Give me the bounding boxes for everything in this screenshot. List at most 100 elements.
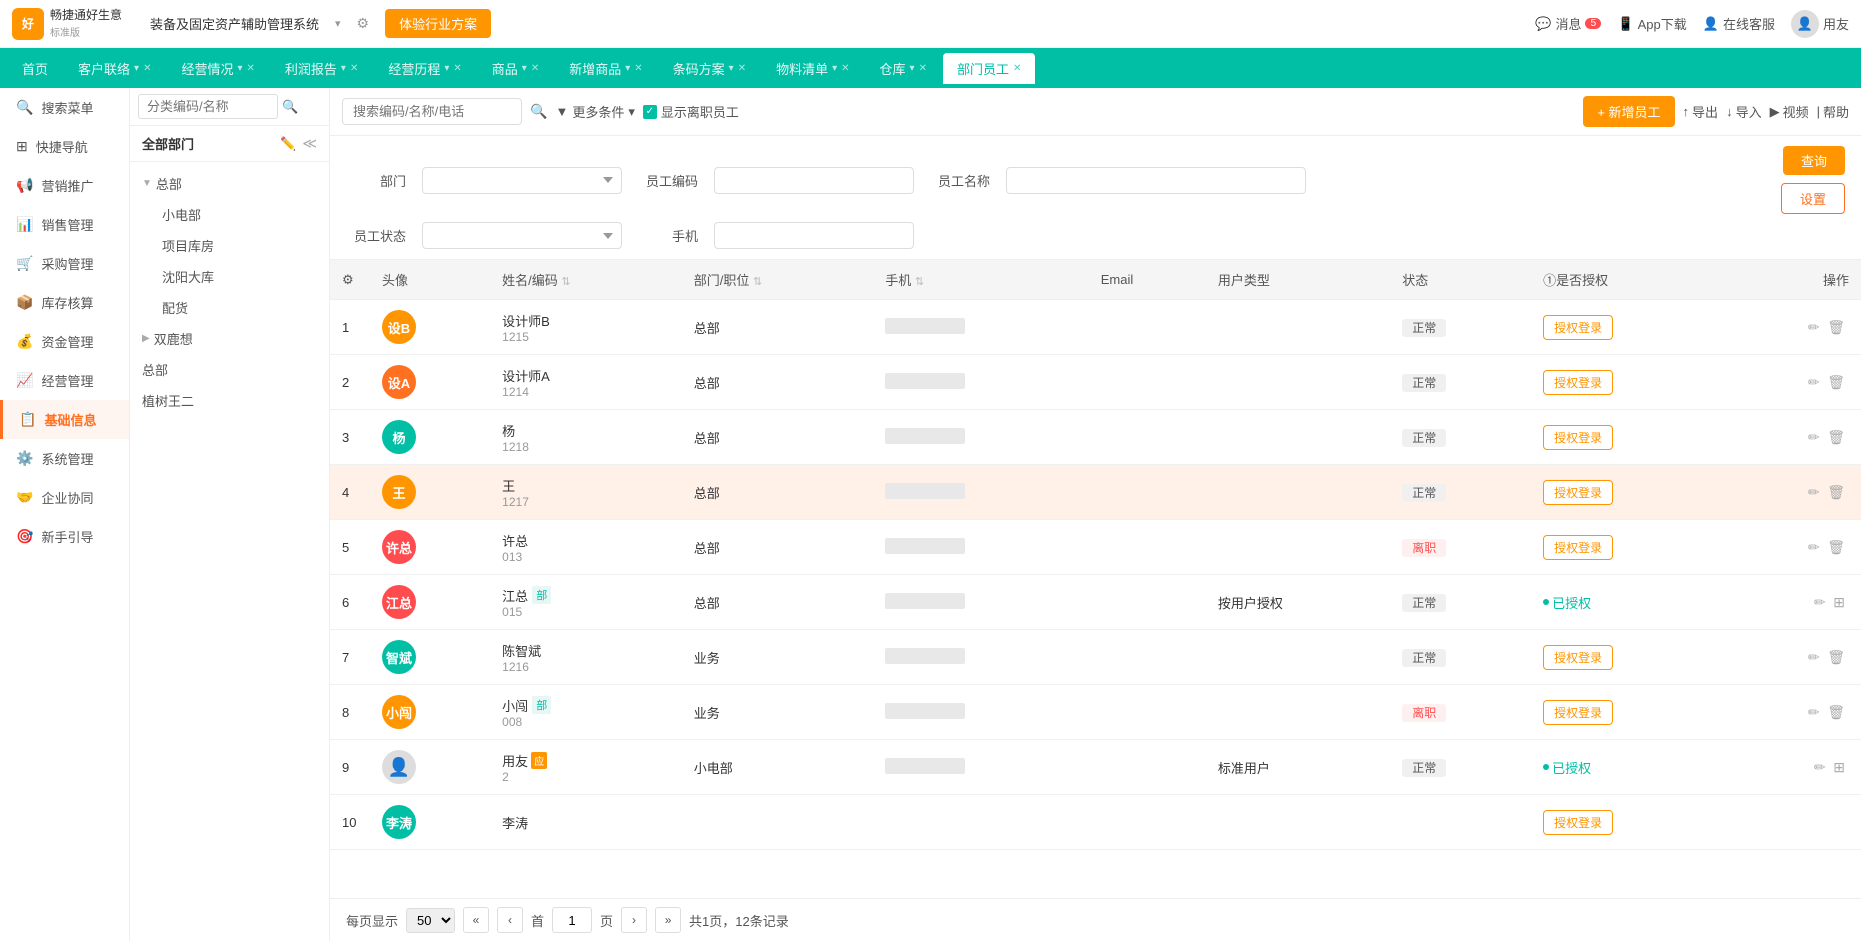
sidebar-item-marketing[interactable]: 📢 营销推广: [0, 166, 129, 205]
dept-search-input[interactable]: [138, 94, 278, 119]
edit-button[interactable]: ✏: [1814, 759, 1826, 776]
sidebar-item-finance[interactable]: 💰 资金管理: [0, 322, 129, 361]
sidebar-item-basic[interactable]: 📋 基础信息: [0, 400, 129, 439]
dept-item-zongbu2[interactable]: 总部: [130, 354, 329, 385]
sidebar-item-collab[interactable]: 🤝 企业协同: [0, 478, 129, 517]
sidebar-item-sales[interactable]: 📊 销售管理: [0, 205, 129, 244]
tab-goods[interactable]: 商品▾✕: [478, 53, 553, 84]
sidebar-item-purchase[interactable]: 🛒 采购管理: [0, 244, 129, 283]
auth-button[interactable]: 授权登录: [1543, 645, 1613, 670]
import-button[interactable]: ↓ 导入: [1726, 102, 1762, 121]
prev-page-button[interactable]: ‹: [497, 907, 523, 933]
auth-button[interactable]: 授权登录: [1543, 810, 1613, 835]
gear-icon[interactable]: ⚙: [357, 15, 370, 32]
sidebar-item-system[interactable]: ⚙️ 系统管理: [0, 439, 129, 478]
dept-search-icon[interactable]: 🔍: [282, 99, 298, 115]
help-button[interactable]: | 帮助: [1817, 102, 1849, 121]
add-employee-button[interactable]: + 新增员工: [1583, 96, 1674, 127]
col-settings[interactable]: ⚙: [330, 260, 370, 300]
next-page-button[interactable]: ›: [621, 907, 647, 933]
dept-item-shuanglu[interactable]: ▶ 双鹿想: [130, 323, 329, 354]
dept-item-xiaodian[interactable]: 小电部: [150, 199, 329, 230]
delete-button[interactable]: 🗑: [1827, 374, 1845, 391]
trial-button[interactable]: 体验行业方案: [385, 9, 491, 38]
edit-button[interactable]: ✏: [1808, 319, 1820, 336]
dept-select[interactable]: [422, 167, 622, 194]
view-button[interactable]: ▶ 视频: [1770, 102, 1809, 121]
app-download-button[interactable]: 📱 App下载: [1617, 14, 1686, 33]
close-icon[interactable]: ✕: [919, 63, 927, 74]
emp-status-select[interactable]: [422, 222, 622, 249]
edit-button[interactable]: ✏: [1808, 484, 1820, 501]
tab-add-goods[interactable]: 新增商品▾✕: [555, 53, 656, 84]
page-number-input[interactable]: [552, 907, 592, 933]
tab-operation[interactable]: 经营情况▾✕: [167, 53, 268, 84]
close-icon[interactable]: ✕: [1013, 63, 1021, 74]
delete-button[interactable]: 🗑: [1827, 484, 1845, 501]
copy-button[interactable]: ⊞: [1833, 594, 1845, 611]
close-icon[interactable]: ✕: [841, 63, 849, 74]
last-page-button[interactable]: »: [655, 907, 681, 933]
delete-button[interactable]: 🗑: [1827, 704, 1845, 721]
per-page-select[interactable]: 50: [406, 908, 455, 933]
phone-input[interactable]: [714, 222, 914, 249]
sort-dept-icon[interactable]: ⇅: [753, 276, 762, 288]
edit-button[interactable]: ✏: [1814, 594, 1826, 611]
sidebar-item-guide[interactable]: 🎯 新手引导: [0, 517, 129, 556]
close-icon[interactable]: ✕: [143, 63, 151, 74]
col-dept[interactable]: 部门/职位 ⇅: [682, 260, 874, 300]
auth-button[interactable]: 授权登录: [1543, 480, 1613, 505]
col-phone[interactable]: 手机 ⇅: [873, 260, 1088, 300]
edit-button[interactable]: ✏: [1808, 374, 1820, 391]
close-icon[interactable]: ✕: [350, 63, 358, 74]
delete-button[interactable]: 🗑: [1827, 319, 1845, 336]
auth-button[interactable]: 授权登录: [1543, 370, 1613, 395]
tab-department[interactable]: 部门员工✕: [943, 53, 1035, 84]
query-button[interactable]: 查询: [1783, 146, 1845, 175]
search-button[interactable]: 🔍: [530, 103, 547, 120]
search-input[interactable]: [342, 98, 522, 125]
tab-home[interactable]: 首页: [8, 53, 62, 84]
dept-item-shenyang[interactable]: 沈阳大库: [150, 261, 329, 292]
delete-button[interactable]: 🗑: [1827, 539, 1845, 556]
user-area[interactable]: 👤 用友: [1791, 10, 1849, 38]
delete-button[interactable]: 🗑: [1827, 429, 1845, 446]
dept-item-zhishu[interactable]: 植树王二: [130, 385, 329, 416]
dept-item-project[interactable]: 项目库房: [150, 230, 329, 261]
show-resigned-toggle[interactable]: ✓ 显示离职员工: [643, 102, 739, 121]
export-button[interactable]: ↑ 导出: [1683, 102, 1719, 121]
auth-button[interactable]: 授权登录: [1543, 700, 1613, 725]
tab-bom[interactable]: 物料清单▾✕: [762, 53, 863, 84]
close-icon[interactable]: ✕: [531, 63, 539, 74]
message-button[interactable]: 💬 消息 5: [1535, 14, 1601, 33]
tab-history[interactable]: 经营历程▾✕: [374, 53, 475, 84]
tab-warehouse[interactable]: 仓库▾✕: [866, 53, 941, 84]
auth-button[interactable]: 授权登录: [1543, 535, 1613, 560]
sort-name-icon[interactable]: ⇅: [561, 276, 570, 288]
auth-button[interactable]: 授权登录: [1543, 315, 1613, 340]
dept-item-peihuo[interactable]: 配货: [150, 292, 329, 323]
tab-customer[interactable]: 客户联络▾✕: [64, 53, 165, 84]
tab-profit[interactable]: 利润报告▾✕: [271, 53, 372, 84]
edit-button[interactable]: ✏: [1808, 649, 1820, 666]
delete-button[interactable]: 🗑: [1827, 649, 1845, 666]
dept-edit-icon[interactable]: ✏️: [280, 136, 296, 152]
close-icon[interactable]: ✕: [738, 63, 746, 74]
close-icon[interactable]: ✕: [453, 63, 461, 74]
emp-name-input[interactable]: [1006, 167, 1306, 194]
sidebar-item-ops[interactable]: 📈 经营管理: [0, 361, 129, 400]
tab-barcode[interactable]: 条码方案▾✕: [659, 53, 760, 84]
sort-phone-icon[interactable]: ⇅: [915, 276, 924, 288]
online-service-button[interactable]: 👤 在线客服: [1703, 14, 1775, 33]
dept-collapse-icon[interactable]: ≪: [302, 135, 317, 152]
title-dropdown-icon[interactable]: ▾: [335, 17, 341, 30]
filter-button[interactable]: ▼ 更多条件 ▾: [555, 102, 634, 121]
edit-button[interactable]: ✏: [1808, 539, 1820, 556]
set-button[interactable]: 设置: [1781, 183, 1845, 214]
first-page-button[interactable]: «: [463, 907, 489, 933]
sidebar-item-search[interactable]: 🔍 搜索菜单: [0, 88, 129, 127]
close-icon[interactable]: ✕: [247, 63, 255, 74]
close-icon[interactable]: ✕: [634, 63, 642, 74]
sidebar-item-quicknav[interactable]: ⊞ 快捷导航: [0, 127, 129, 166]
sidebar-item-inventory[interactable]: 📦 库存核算: [0, 283, 129, 322]
